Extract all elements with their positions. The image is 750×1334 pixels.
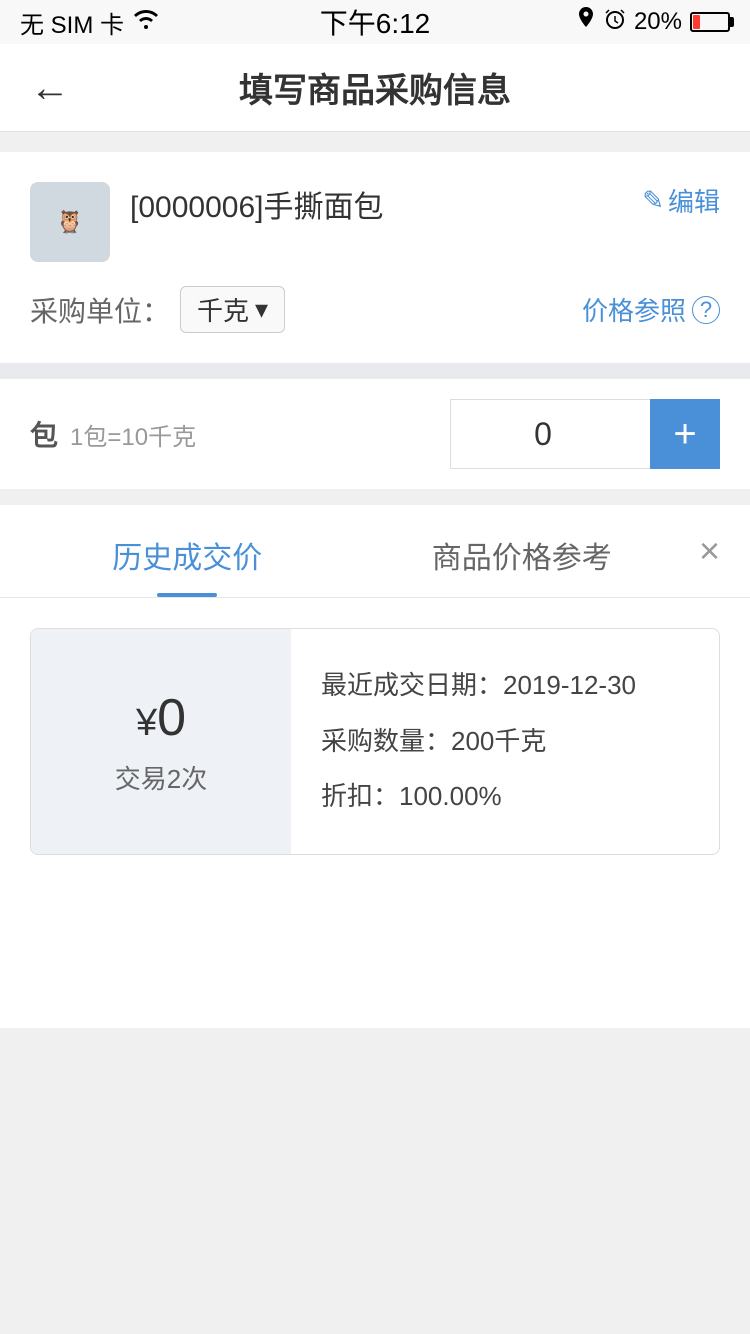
location-icon (576, 7, 596, 38)
price-ref-help-icon: ? (692, 296, 720, 324)
pack-conversion-label: 1包=10千克 (70, 417, 196, 452)
tab-content: ¥0 交易2次 最近成交日期：2019-12-30 采购数量：200千克 折扣：… (0, 628, 750, 1028)
status-bar: 无 SIM 卡 下午6:12 20% (0, 0, 750, 44)
currency-symbol: ¥ (136, 702, 157, 744)
price-summary-panel: ¥0 交易2次 (31, 629, 291, 854)
quantity-increment-button[interactable]: + (650, 399, 720, 469)
tab-close-button[interactable]: × (689, 513, 730, 589)
product-name: [0000006]手撕面包 (130, 182, 383, 226)
tab-history-price[interactable]: 历史成交价 (20, 505, 354, 597)
page-title: 填写商品采购信息 (239, 63, 511, 112)
tab-section: 历史成交价 商品价格参考 × ¥0 交易2次 最近成交日期：2019-12-30… (0, 505, 750, 1028)
tab-header: 历史成交价 商品价格参考 × (0, 505, 750, 598)
dropdown-arrow-icon: ▾ (255, 294, 268, 325)
battery-icon (690, 12, 730, 32)
quantity-input-wrap: + (450, 399, 720, 469)
price-ref-button[interactable]: 价格参照 ? (582, 291, 720, 328)
status-left: 无 SIM 卡 (20, 5, 160, 40)
sim-text: 无 SIM 卡 (20, 5, 124, 40)
back-button[interactable]: ← (30, 68, 70, 108)
product-header: 🦉 [0000006]手撕面包 ✎ 编辑 (30, 182, 720, 262)
product-thumbnail: 🦉 (30, 182, 110, 262)
quantity-unit-label: 包 1包=10千克 (30, 414, 196, 454)
product-unit-row: 采购单位： 千克 ▾ 价格参照 ? (30, 286, 720, 333)
tab-active-indicator (157, 593, 217, 597)
unit-label: 采购单位： (30, 290, 170, 330)
product-left: 🦉 [0000006]手撕面包 (30, 182, 383, 262)
price-detail-panel: 最近成交日期：2019-12-30 采购数量：200千克 折扣：100.00% (291, 629, 719, 854)
edit-icon: ✎ (642, 185, 664, 216)
transaction-count: 交易2次 (115, 759, 207, 796)
section-divider (0, 363, 750, 379)
wifi-icon (132, 8, 160, 36)
nav-bar: ← 填写商品采购信息 (0, 44, 750, 132)
purchase-qty-row: 采购数量：200千克 (321, 721, 689, 763)
pack-unit-icon: 包 (30, 414, 58, 454)
alarm-icon (604, 8, 626, 37)
tab-product-price-ref[interactable]: 商品价格参考 (354, 505, 688, 597)
edit-button[interactable]: ✎ 编辑 (642, 182, 720, 219)
quantity-row: 包 1包=10千克 + (0, 379, 750, 489)
battery-text: 20% (634, 8, 682, 36)
price-card: ¥0 交易2次 最近成交日期：2019-12-30 采购数量：200千克 折扣：… (30, 628, 720, 855)
price-amount: ¥0 (136, 687, 186, 749)
unit-dropdown[interactable]: 千克 ▾ (180, 286, 285, 333)
product-card: 🦉 [0000006]手撕面包 ✎ 编辑 采购单位： 千克 ▾ 价格参照 ? (0, 152, 750, 363)
status-right: 20% (576, 7, 730, 38)
status-time: 下午6:12 (320, 2, 431, 42)
discount-row: 折扣：100.00% (321, 776, 689, 818)
quantity-input[interactable] (450, 399, 650, 469)
recent-date-row: 最近成交日期：2019-12-30 (321, 665, 689, 707)
